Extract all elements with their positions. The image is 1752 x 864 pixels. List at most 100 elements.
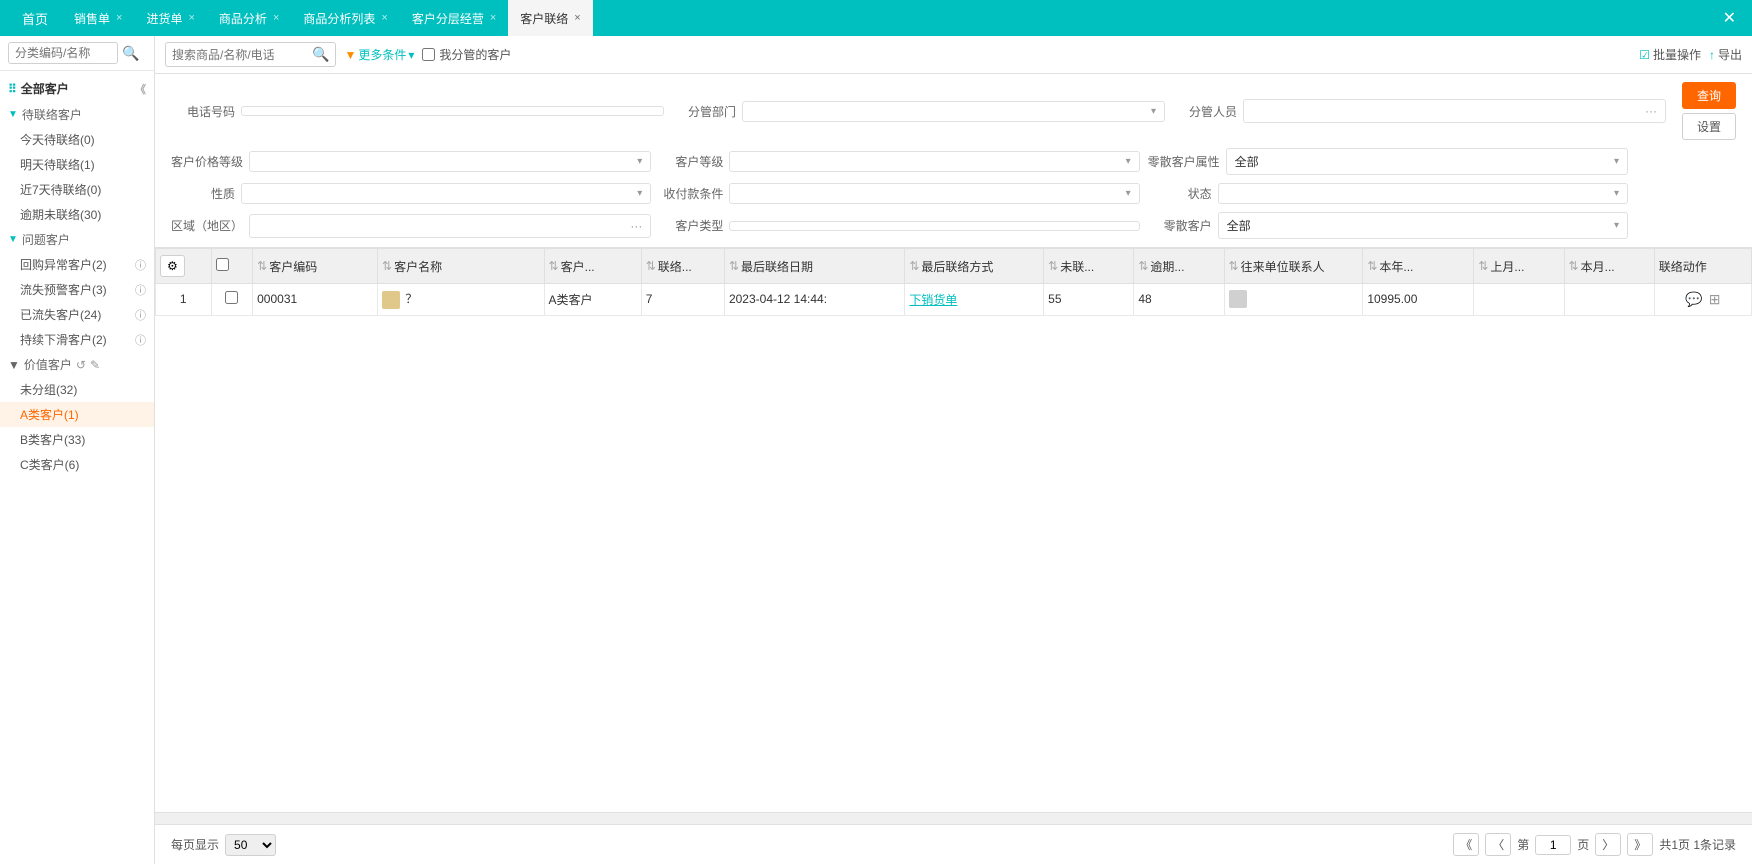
info-icon-2: ⓘ <box>135 307 146 323</box>
close-tab-2[interactable]: × <box>273 12 279 24</box>
close-tab-5[interactable]: × <box>574 12 580 24</box>
query-btn[interactable]: 查询 <box>1682 82 1736 109</box>
filter-nature-select[interactable]: ▾ <box>241 183 651 204</box>
close-tab-4[interactable]: × <box>490 12 496 24</box>
prev-page-btn[interactable]: 〈 <box>1485 833 1511 856</box>
close-tab-0[interactable]: × <box>116 12 122 24</box>
refresh-icon[interactable]: ↺ <box>76 358 86 372</box>
edit-icon[interactable]: ✎ <box>90 358 100 372</box>
grid-icon[interactable]: ⊞ <box>1709 291 1721 308</box>
horizontal-scrollbar[interactable] <box>155 812 1752 824</box>
person-dots-btn[interactable]: ··· <box>1645 104 1657 118</box>
tab-purchase-order[interactable]: 进货单 × <box>134 0 206 36</box>
sidebar-item-class-c[interactable]: C类客户(6) <box>0 452 154 477</box>
filter-price-level: 客户价格等级 ▾ <box>171 151 651 172</box>
my-customers-label: 我分管的客户 <box>439 46 511 63</box>
tab-sales-order[interactable]: 销售单 × <box>62 0 134 36</box>
sidebar-item-declining[interactable]: 持续下滑客户(2) ⓘ <box>0 327 154 352</box>
dept-dropdown-arrow: ▾ <box>1151 106 1156 117</box>
filter-payment-select[interactable]: ▾ <box>729 183 1139 204</box>
search-box[interactable]: 🔍 <box>165 42 336 67</box>
filter-cust-level-select[interactable]: ▾ <box>729 151 1139 172</box>
my-customers-checkbox[interactable] <box>422 48 435 61</box>
filter-icon: ▼ <box>344 48 356 62</box>
close-tab-1[interactable]: × <box>188 12 194 24</box>
scatter-attr-arrow: ▾ <box>1614 156 1619 167</box>
filter-dept-select[interactable]: ▾ <box>742 101 1165 122</box>
td-checkbox <box>211 284 253 316</box>
batch-op-btn[interactable]: ☑ 批量操作 <box>1639 46 1701 63</box>
info-icon-0: ⓘ <box>135 257 146 273</box>
filter-person-input[interactable]: ··· <box>1243 99 1666 123</box>
problem-triangle: ▼ <box>8 234 18 245</box>
sidebar-item-repurchase-anomaly[interactable]: 回购异常客户(2) ⓘ <box>0 252 154 277</box>
last-method-link[interactable]: 下销货单 <box>909 293 957 307</box>
td-uncontacted: 55 <box>1044 284 1134 316</box>
filter-price-select[interactable]: ▾ <box>249 151 651 172</box>
page-size-select[interactable]: 50 10 20 100 <box>225 834 276 856</box>
tab-customer-segment[interactable]: 客户分层经营 × <box>400 0 508 36</box>
filter-dept: 分管部门 ▾ <box>672 101 1165 122</box>
td-this-month <box>1564 284 1654 316</box>
value-triangle: ▼ <box>8 358 20 372</box>
value-customers-label: 价值客户 <box>24 356 72 373</box>
tab-product-analysis-list[interactable]: 商品分析列表 × <box>291 0 399 36</box>
search-icon[interactable]: 🔍 <box>312 46 329 63</box>
sidebar-item-7days[interactable]: 近7天待联络(0) <box>0 177 154 202</box>
batch-checkbox-icon: ☑ <box>1639 48 1650 62</box>
sidebar-search-input[interactable] <box>8 42 118 64</box>
filter-region-input[interactable]: ··· <box>249 214 651 238</box>
gear-settings-btn[interactable]: ⚙ <box>160 255 185 277</box>
search-input[interactable] <box>172 48 312 62</box>
chat-icon[interactable]: 💬 <box>1685 291 1702 308</box>
td-name: ？ <box>378 284 545 316</box>
status-arrow: ▾ <box>1614 188 1619 199</box>
sidebar-item-churned[interactable]: 已流失客户(24) ⓘ <box>0 302 154 327</box>
window-close-btn[interactable]: ✕ <box>1715 8 1744 28</box>
filter-scatter-attr-label: 零散客户属性 <box>1148 153 1226 170</box>
td-code: 000031 <box>253 284 378 316</box>
select-all-checkbox[interactable] <box>216 258 229 271</box>
sidebar-item-overdue[interactable]: 逾期未联络(30) <box>0 202 154 227</box>
export-icon: ↑ <box>1709 48 1715 62</box>
filter-status-select[interactable]: ▾ <box>1218 183 1628 204</box>
settings-btn[interactable]: 设置 <box>1682 113 1736 140</box>
all-customers-header[interactable]: ⠿ 全部客户 《 <box>0 75 154 102</box>
filter-scatter-cust-select[interactable]: 全部 ▾ <box>1218 212 1628 239</box>
home-tab[interactable]: 首页 <box>8 9 62 28</box>
sidebar-item-tomorrow[interactable]: 明天待联络(1) <box>0 152 154 177</box>
page-label: 第 <box>1517 836 1529 853</box>
filter-cust-type-input[interactable] <box>729 221 1139 231</box>
close-tab-3[interactable]: × <box>381 12 387 24</box>
sidebar-item-ungrouped[interactable]: 未分组(32) <box>0 377 154 402</box>
filter-nature: 性质 ▾ <box>171 183 651 204</box>
problem-customers-group[interactable]: ▼ 问题客户 <box>0 227 154 252</box>
sidebar-item-churn-warning[interactable]: 流失预警客户(3) ⓘ <box>0 277 154 302</box>
pending-contact-group[interactable]: ▼ 待联络客户 <box>0 102 154 127</box>
sidebar-item-today[interactable]: 今天待联络(0) <box>0 127 154 152</box>
filter-scatter-attr-select[interactable]: 全部 ▾ <box>1226 148 1628 175</box>
filter-phone-input[interactable] <box>241 106 664 116</box>
collapse-icon[interactable]: 《 <box>135 81 146 97</box>
page-input[interactable] <box>1535 835 1571 855</box>
first-page-btn[interactable]: 《 <box>1453 833 1479 856</box>
th-gear: ⚙ <box>156 249 212 284</box>
sidebar-item-class-a[interactable]: A类客户(1) <box>0 402 154 427</box>
value-customers-group[interactable]: ▼ 价值客户 ↺ ✎ <box>0 352 154 377</box>
sidebar-search-icon[interactable]: 🔍 <box>122 45 139 62</box>
row-checkbox[interactable] <box>225 291 238 304</box>
region-dots-btn[interactable]: ··· <box>630 219 642 233</box>
filter-btn[interactable]: ▼ 更多条件 ▾ <box>344 46 414 63</box>
tab-list: 销售单 × 进货单 × 商品分析 × 商品分析列表 × 客户分层经营 × 客户联… <box>62 0 593 36</box>
last-page-btn[interactable]: 》 <box>1627 833 1653 856</box>
next-page-btn[interactable]: 〉 <box>1595 833 1621 856</box>
my-customers-checkbox-area[interactable]: 我分管的客户 <box>422 46 511 63</box>
page-nav-area: 《 〈 第 页 〉 》 共1页 1条记录 <box>1453 833 1736 856</box>
filter-payment: 收付款条件 ▾ <box>659 183 1139 204</box>
filter-price-label: 客户价格等级 <box>171 153 249 170</box>
sort-icon-last-date: ⇅ <box>729 259 739 273</box>
sidebar-item-class-b[interactable]: B类客户(33) <box>0 427 154 452</box>
tab-product-analysis[interactable]: 商品分析 × <box>207 0 291 36</box>
tab-customer-contact[interactable]: 客户联络 × <box>508 0 592 36</box>
export-btn[interactable]: ↑ 导出 <box>1709 46 1742 63</box>
